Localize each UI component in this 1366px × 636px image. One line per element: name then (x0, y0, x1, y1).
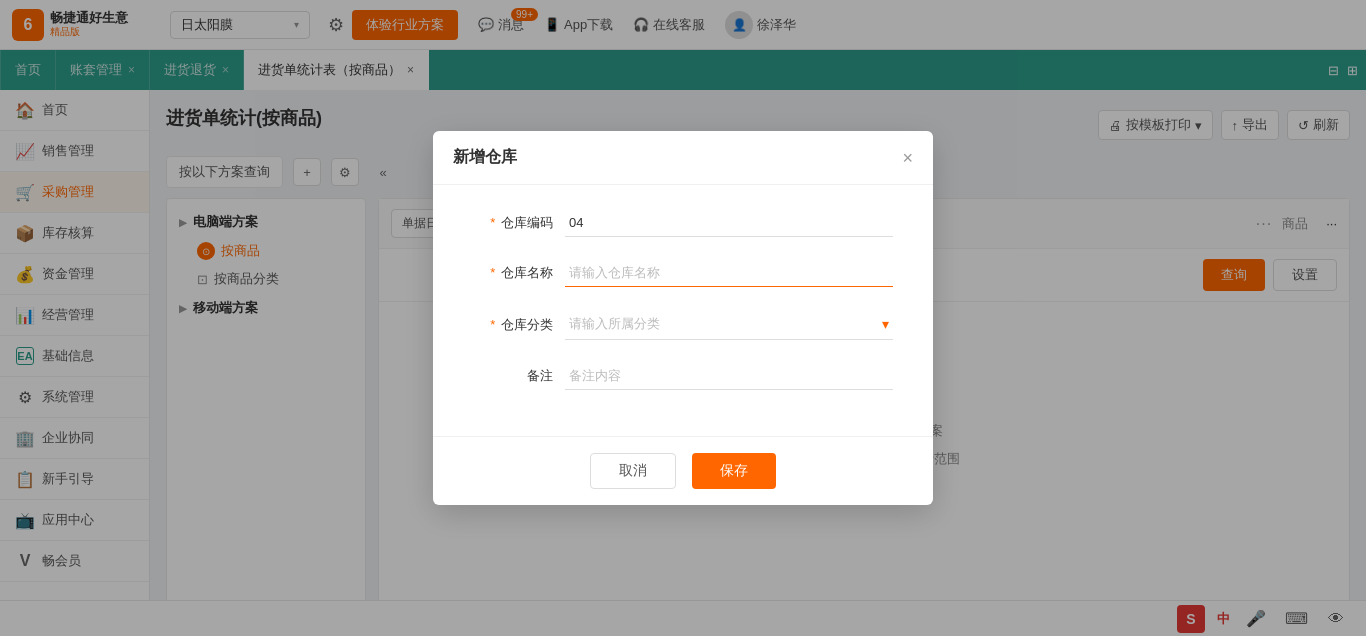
form-row-name: * 仓库名称 (473, 259, 893, 287)
category-placeholder: 请输入所属分类 (569, 315, 660, 333)
name-input[interactable] (565, 259, 893, 287)
cancel-button[interactable]: 取消 (590, 453, 676, 489)
required-star-category: * (490, 317, 495, 332)
category-select[interactable]: 请输入所属分类 ▾ (565, 309, 893, 340)
category-dropdown-icon: ▾ (882, 316, 889, 332)
modal-overlay[interactable]: 新增仓库 × * 仓库编码 * 仓库名称 (0, 0, 1366, 636)
modal-title: 新增仓库 (453, 147, 517, 168)
code-input[interactable] (565, 209, 893, 237)
form-row-category: * 仓库分类 请输入所属分类 ▾ (473, 309, 893, 340)
modal-footer: 取消 保存 (433, 436, 933, 505)
note-input[interactable] (565, 362, 893, 390)
save-button[interactable]: 保存 (692, 453, 776, 489)
code-label: * 仓库编码 (473, 214, 553, 232)
modal-close-icon[interactable]: × (902, 149, 913, 167)
modal-body: * 仓库编码 * 仓库名称 * 仓库分类 请输入所属 (433, 185, 933, 436)
form-row-code: * 仓库编码 (473, 209, 893, 237)
modal-new-warehouse: 新增仓库 × * 仓库编码 * 仓库名称 (433, 131, 933, 505)
modal-header: 新增仓库 × (433, 131, 933, 185)
required-star-name: * (490, 265, 495, 280)
name-label: * 仓库名称 (473, 264, 553, 282)
note-label: 备注 (473, 367, 553, 385)
required-star-code: * (490, 215, 495, 230)
form-row-note: 备注 (473, 362, 893, 390)
category-label: * 仓库分类 (473, 316, 553, 334)
